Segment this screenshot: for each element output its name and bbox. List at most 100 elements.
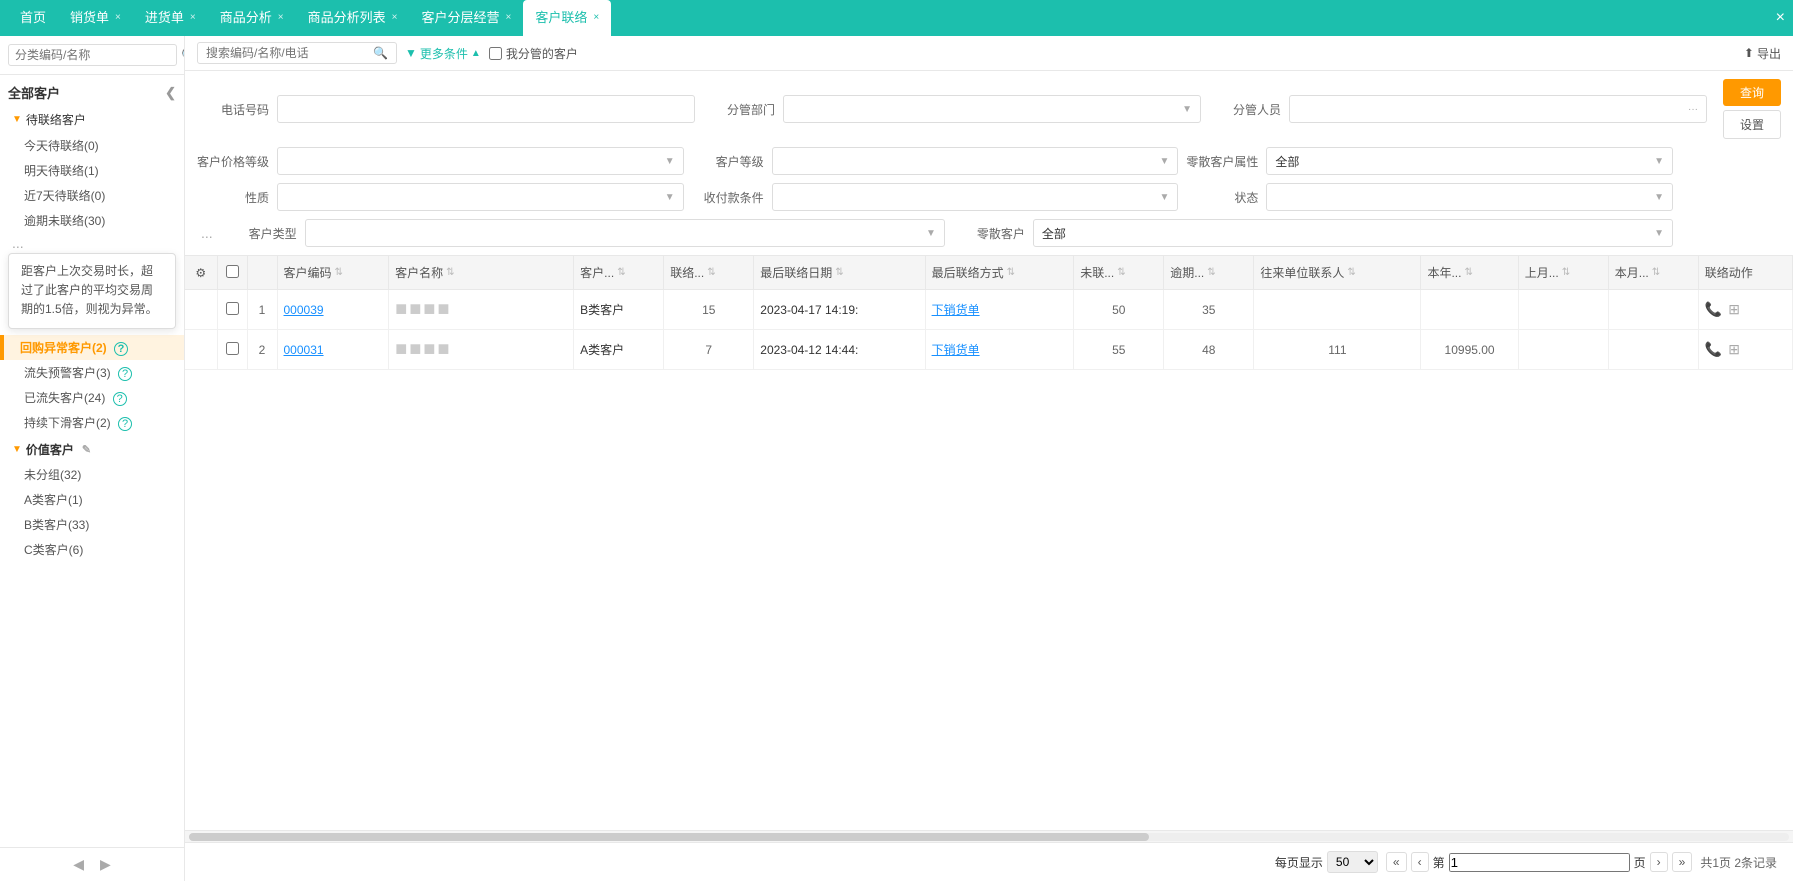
value-group-edit-icon[interactable]: ✎	[82, 443, 91, 456]
row-phone-icon-0[interactable]: 📞	[1705, 301, 1722, 318]
row-unreached-0: 50	[1074, 290, 1164, 330]
row-gear-0	[185, 290, 217, 330]
last-page-button[interactable]: »	[1672, 852, 1693, 872]
th-gear[interactable]: ⚙	[185, 256, 217, 290]
nav-customer-segment[interactable]: 客户分层经营 ×	[409, 0, 523, 36]
nav-sales-close[interactable]: ×	[115, 0, 121, 36]
sidebar-today[interactable]: 今天待联络(0)	[0, 133, 184, 158]
filter-mine-checkbox-area[interactable]: 我分管的客户	[489, 45, 578, 62]
sidebar-collapse-btn[interactable]: ❮	[165, 85, 176, 101]
filter-row4-dots[interactable]: ...	[197, 225, 217, 241]
sidebar-ungrouped[interactable]: 未分组(32)	[0, 462, 184, 487]
sidebar-value-group-title[interactable]: ▼ 价值客户 ✎	[0, 435, 184, 462]
sort-lastmonth-icon: ⇅	[1562, 267, 1570, 278]
sidebar-lost[interactable]: 已流失客户(24) ?	[0, 385, 184, 410]
filter-status-select[interactable]: ▼	[1266, 183, 1673, 211]
th-contacts[interactable]: 往来单位联系人⇅	[1254, 256, 1421, 290]
th-lastmonth[interactable]: 上月...⇅	[1518, 256, 1608, 290]
row-code-0[interactable]: 000039	[277, 290, 389, 330]
sidebar-search-input[interactable]	[8, 44, 177, 66]
window-close-button[interactable]: ×	[1776, 0, 1785, 36]
th-category[interactable]: 客户...⇅	[574, 256, 664, 290]
customer-type-arrow: ▼	[926, 228, 936, 239]
sidebar-loss-warning[interactable]: 流失预警客户(3) ?	[0, 360, 184, 385]
th-lastmethod[interactable]: 最后联络方式⇅	[925, 256, 1074, 290]
sort-lastmethod-icon: ⇅	[1007, 267, 1015, 278]
per-page-select[interactable]: 50 20 100 200	[1327, 851, 1378, 873]
th-overdue[interactable]: 逾期...⇅	[1164, 256, 1254, 290]
row-code-1[interactable]: 000031	[277, 330, 389, 370]
row-more-icon-1[interactable]: ⊞	[1728, 341, 1740, 358]
nav-customer-contact[interactable]: 客户联络 ×	[523, 0, 611, 36]
export-button[interactable]: ⬆ 导出	[1744, 45, 1781, 62]
sidebar-tomorrow[interactable]: 明天待联络(1)	[0, 158, 184, 183]
filter-retail-attr-select[interactable]: 全部 ▼	[1266, 147, 1673, 175]
filter-retail-attr: 零散客户属性 全部 ▼	[1186, 147, 1673, 175]
filter-customer-level-select[interactable]: ▼	[772, 147, 1179, 175]
sidebar-all-customers[interactable]: 全部客户 ❮	[0, 75, 184, 106]
prev-page-button[interactable]: ‹	[1411, 852, 1429, 872]
th-thisyear[interactable]: 本年...⇅	[1421, 256, 1518, 290]
row-select-checkbox-0[interactable]	[226, 302, 239, 315]
sidebar-left-arrow[interactable]: ◀	[69, 852, 88, 877]
row-lastmethod-0[interactable]: 下销货单	[925, 290, 1074, 330]
th-lastdate[interactable]: 最后联络日期⇅	[754, 256, 925, 290]
nav-analysis[interactable]: 商品分析 ×	[208, 0, 296, 36]
query-button[interactable]: 查询	[1723, 79, 1781, 106]
sidebar-declining[interactable]: 持续下滑客户(2) ?	[0, 410, 184, 435]
nav-purchase[interactable]: 进货单 ×	[133, 0, 208, 36]
search-box: 🔍	[197, 42, 397, 64]
row-lastmethod-1[interactable]: 下销货单	[925, 330, 1074, 370]
nav-analysis-list-close[interactable]: ×	[392, 0, 398, 36]
page-number-input[interactable]	[1449, 853, 1630, 872]
sidebar-search-area: 🔍	[0, 36, 184, 75]
first-page-button[interactable]: «	[1386, 852, 1407, 872]
nav-sales[interactable]: 销货单 ×	[58, 0, 133, 36]
filter-dept-select[interactable]: ▼	[783, 95, 1201, 123]
row-name-0[interactable]: ■■■■	[389, 290, 574, 330]
th-code[interactable]: 客户编码⇅	[277, 256, 389, 290]
filter-customer-type-select[interactable]: ▼	[305, 219, 945, 247]
filter-mine-checkbox[interactable]	[489, 47, 502, 60]
tooltip-trigger-dots[interactable]: ...	[8, 235, 28, 251]
sidebar-repurchase-abnormal[interactable]: 回购异常客户(2) ?	[0, 335, 184, 360]
sidebar-right-arrow[interactable]: ▶	[96, 852, 115, 877]
main-search-input[interactable]	[206, 46, 369, 60]
nav-customer-contact-close[interactable]: ×	[593, 0, 599, 36]
next-page-button[interactable]: ›	[1650, 852, 1668, 872]
sidebar-c-class[interactable]: C类客户(6)	[0, 537, 184, 562]
sidebar-b-class[interactable]: B类客户(33)	[0, 512, 184, 537]
filter-payment-select[interactable]: ▼	[772, 183, 1179, 211]
filter-nature-select[interactable]: ▼	[277, 183, 684, 211]
filter-price-level: 客户价格等级 ▼	[197, 147, 684, 175]
row-select-checkbox-1[interactable]	[226, 342, 239, 355]
sidebar-bottom: ◀ ▶	[0, 847, 184, 881]
select-all-checkbox[interactable]	[226, 265, 239, 278]
filter-more-btn[interactable]: ▼ 更多条件 ▲	[405, 45, 481, 62]
row-overdue-1: 48	[1164, 330, 1254, 370]
th-thismonth[interactable]: 本月...⇅	[1608, 256, 1698, 290]
sidebar-week[interactable]: 近7天待联络(0)	[0, 183, 184, 208]
sidebar-overdue[interactable]: 逾期未联络(30)	[0, 208, 184, 233]
horizontal-scrollbar[interactable]	[185, 830, 1793, 842]
sidebar-a-class[interactable]: A类客户(1)	[0, 487, 184, 512]
settings-button[interactable]: 设置	[1723, 110, 1781, 139]
row-more-icon-0[interactable]: ⊞	[1728, 301, 1740, 318]
filter-price-level-select[interactable]: ▼	[277, 147, 684, 175]
sidebar-pending-title[interactable]: ▼ 待联络客户	[0, 106, 184, 133]
filter-retail-customer-select[interactable]: 全部 ▼	[1033, 219, 1673, 247]
nav-analysis-list[interactable]: 商品分析列表 ×	[296, 0, 410, 36]
th-contact[interactable]: 联络...⇅	[664, 256, 754, 290]
nav-purchase-close[interactable]: ×	[190, 0, 196, 36]
row-phone-icon-1[interactable]: 📞	[1705, 341, 1722, 358]
filter-phone-input[interactable]	[277, 95, 695, 123]
nav-customer-segment-close[interactable]: ×	[505, 0, 511, 36]
nav-home[interactable]: 首页	[8, 0, 58, 36]
nav-analysis-close[interactable]: ×	[278, 0, 284, 36]
th-unreached[interactable]: 未联...⇅	[1074, 256, 1164, 290]
main-search-icon[interactable]: 🔍	[373, 46, 388, 60]
th-name[interactable]: 客户名称⇅	[389, 256, 574, 290]
row-name-1[interactable]: ■■■■	[389, 330, 574, 370]
filter-person-select[interactable]: ···	[1289, 95, 1707, 123]
scrollbar-thumb[interactable]	[189, 833, 1149, 841]
